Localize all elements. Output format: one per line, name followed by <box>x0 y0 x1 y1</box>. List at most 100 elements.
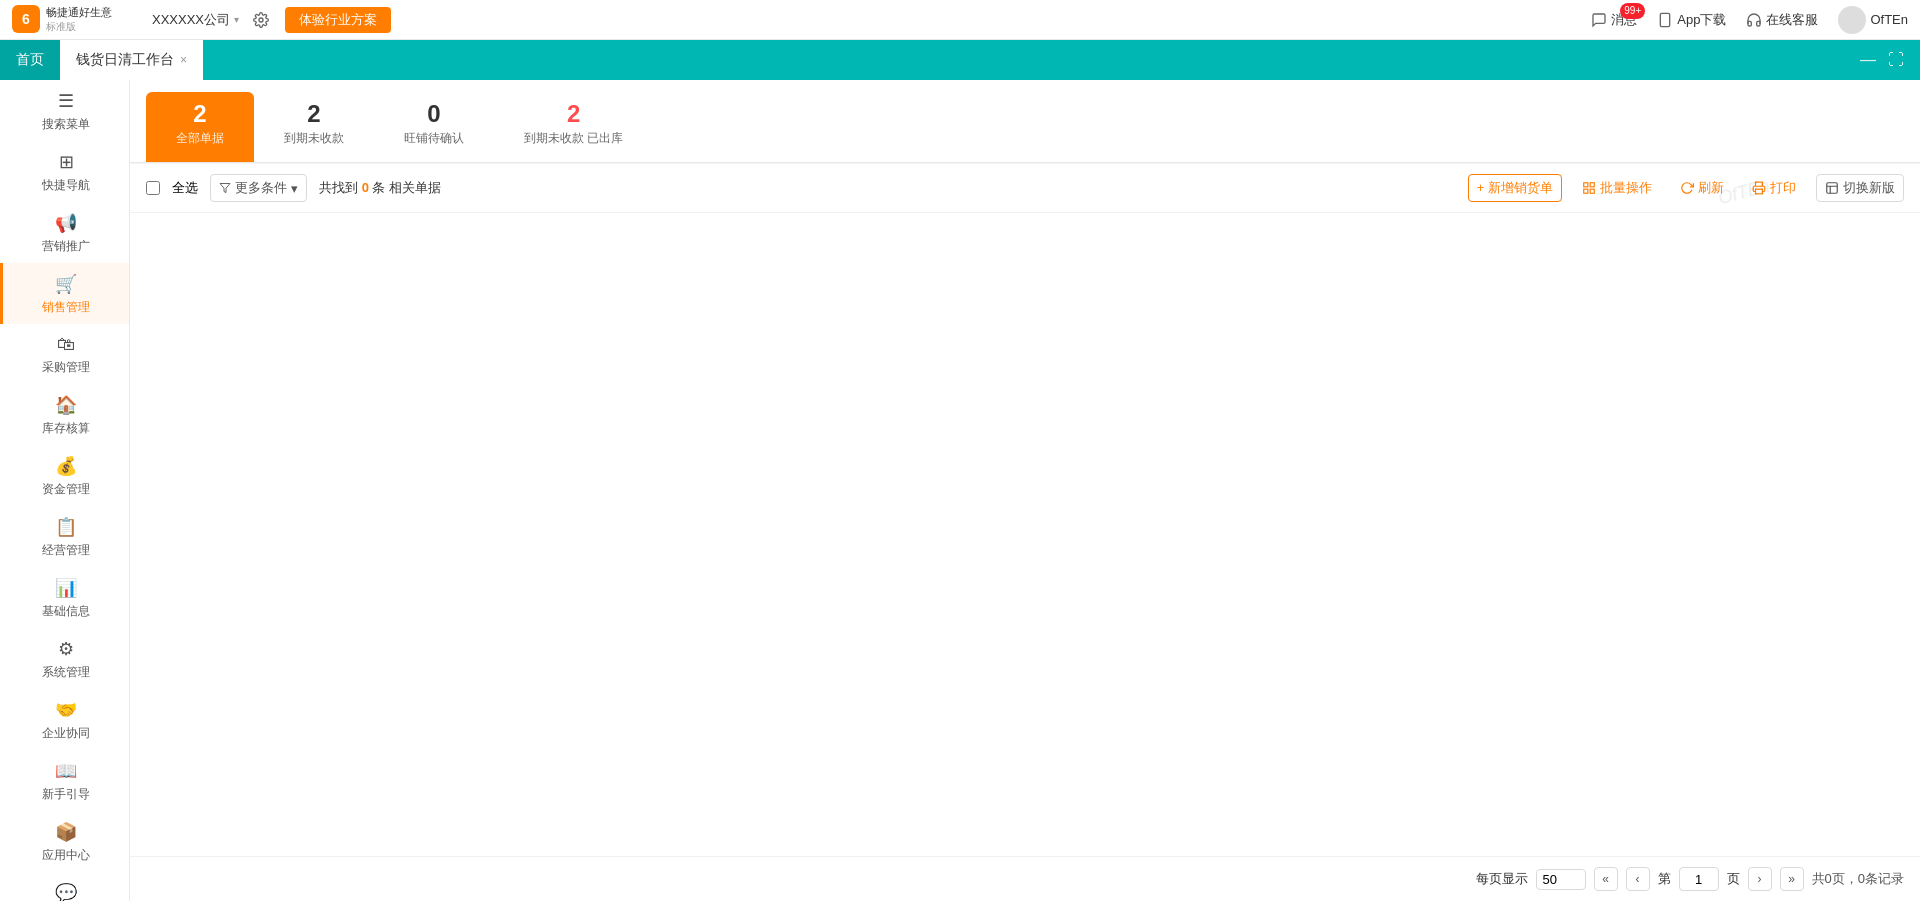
sidebar-label-finance: 资金管理 <box>42 481 90 498</box>
found-prefix: 共找到 <box>319 180 358 195</box>
header-right: 消息 99+ App下载 在线客服 OfTEn <box>1591 6 1908 34</box>
batch-label: 批量操作 <box>1600 179 1652 197</box>
select-all-checkbox[interactable] <box>146 181 160 195</box>
found-suffix: 条 相关单据 <box>372 180 441 195</box>
sales-icon: 🛒 <box>55 273 77 295</box>
last-page-button[interactable]: » <box>1780 867 1804 891</box>
logo-text: 畅捷通好生意 <box>46 5 112 19</box>
nav-tabs-bar: 首页 钱货日清工作台 × — ⛶ <box>0 40 1920 80</box>
trial-button[interactable]: 体验行业方案 <box>285 7 391 33</box>
sidebar-item-sales[interactable]: 🛒 销售管理 <box>0 263 129 324</box>
sidebar-label-search: 搜索菜单 <box>42 116 90 133</box>
tab-qhrc[interactable]: 钱货日清工作台 × <box>60 40 203 80</box>
page-input[interactable] <box>1679 867 1719 891</box>
tab-home-label: 首页 <box>16 51 44 69</box>
sidebar-item-finance[interactable]: 💰 资金管理 <box>0 445 129 506</box>
prev-page-icon: ‹ <box>1636 872 1640 886</box>
finance-icon: 💰 <box>55 455 77 477</box>
company-name: XXXXXX公司 <box>152 11 230 29</box>
stat-num-overdue-shipped: 2 <box>567 100 580 128</box>
sidebar-item-marketing[interactable]: 📢 营销推广 <box>0 202 129 263</box>
svg-rect-9 <box>1827 183 1838 194</box>
settings-button[interactable] <box>247 6 275 34</box>
sidebar-item-basics[interactable]: 📊 基础信息 <box>0 567 129 628</box>
svg-rect-8 <box>1756 189 1763 194</box>
sidebar-label-operations: 经营管理 <box>42 542 90 559</box>
maximize-icon[interactable]: ⛶ <box>1888 51 1904 69</box>
svg-rect-5 <box>1590 183 1594 187</box>
toolbar-left: 全选 更多条件 ▾ 共找到 0 条 相关单据 <box>146 174 1456 202</box>
stat-label-all: 全部单据 <box>176 130 224 147</box>
svg-rect-7 <box>1584 189 1588 193</box>
print-button[interactable]: 打印 <box>1744 175 1804 201</box>
sidebar-label-enterprise: 企业协同 <box>42 725 90 742</box>
sidebar: ☰ 搜索菜单 ⊞ 快捷导航 📢 营销推广 🛒 销售管理 🛍 采购管理 🏠 库存核… <box>0 80 130 901</box>
sidebar-item-wechat[interactable]: 💬 企业微信 <box>0 872 129 901</box>
sidebar-item-purchase[interactable]: 🛍 采购管理 <box>0 324 129 384</box>
switch-version-button[interactable]: 切换新版 <box>1816 174 1904 202</box>
next-page-icon: › <box>1758 872 1762 886</box>
prev-page-button[interactable]: ‹ <box>1626 867 1650 891</box>
stat-label-overdue: 到期未收款 <box>284 130 344 147</box>
print-label: 打印 <box>1770 179 1796 197</box>
sidebar-item-appcenter[interactable]: 📦 应用中心 <box>0 811 129 872</box>
first-page-icon: « <box>1602 872 1609 886</box>
table-area <box>130 213 1920 856</box>
svg-rect-4 <box>1584 183 1588 187</box>
last-page-icon: » <box>1788 872 1795 886</box>
tab-close-icon[interactable]: × <box>180 53 187 67</box>
quicknav-icon: ⊞ <box>59 151 74 173</box>
app-download-button[interactable]: App下载 <box>1657 11 1726 29</box>
svg-point-0 <box>259 18 263 22</box>
tab-home[interactable]: 首页 <box>0 40 60 80</box>
avatar <box>1838 6 1866 34</box>
sidebar-item-inventory[interactable]: 🏠 库存核算 <box>0 384 129 445</box>
found-text: 共找到 0 条 相关单据 <box>319 179 441 197</box>
svg-rect-1 <box>1661 13 1670 26</box>
chevron-down-icon: ▾ <box>234 14 239 25</box>
user-avatar-area[interactable]: OfTEn <box>1838 6 1908 34</box>
first-page-button[interactable]: « <box>1594 867 1618 891</box>
sidebar-item-system[interactable]: ⚙ 系统管理 <box>0 628 129 689</box>
message-badge: 99+ <box>1620 3 1645 19</box>
per-page-select[interactable]: 10 20 50 100 <box>1536 869 1586 890</box>
found-count: 0 <box>362 180 369 195</box>
stat-tab-overdue[interactable]: 2 到期未收款 <box>254 92 374 162</box>
next-page-button[interactable]: › <box>1748 867 1772 891</box>
stat-tab-all[interactable]: 2 全部单据 <box>146 92 254 162</box>
sidebar-label-basics: 基础信息 <box>42 603 90 620</box>
stat-tab-overdue-shipped[interactable]: 2 到期未收款 已出库 <box>494 92 653 162</box>
new-sale-button[interactable]: + 新增销货单 <box>1468 174 1562 202</box>
sidebar-item-operations[interactable]: 📋 经营管理 <box>0 506 129 567</box>
stat-num-overdue: 2 <box>307 100 320 128</box>
sidebar-item-search[interactable]: ☰ 搜索菜单 <box>0 80 129 141</box>
svg-marker-3 <box>220 184 230 193</box>
logo-sub: 标准版 <box>46 20 112 34</box>
enterprise-icon: 🤝 <box>55 699 77 721</box>
more-filter-button[interactable]: 更多条件 ▾ <box>210 174 307 202</box>
filter-chevron-icon: ▾ <box>291 181 298 196</box>
basics-icon: 📊 <box>55 577 77 599</box>
sidebar-label-purchase: 采购管理 <box>42 359 90 376</box>
sidebar-item-enterprise[interactable]: 🤝 企业协同 <box>0 689 129 750</box>
refresh-button[interactable]: 刷新 <box>1672 175 1732 201</box>
sidebar-label-inventory: 库存核算 <box>42 420 90 437</box>
new-sale-label: + 新增销货单 <box>1477 179 1553 197</box>
sidebar-item-quicknav[interactable]: ⊞ 快捷导航 <box>0 141 129 202</box>
message-button[interactable]: 消息 99+ <box>1591 11 1637 29</box>
company-selector[interactable]: XXXXXX公司 ▾ <box>152 11 239 29</box>
stat-label-overdue-shipped: 到期未收款 已出库 <box>524 130 623 147</box>
stat-label-wangpu: 旺铺待确认 <box>404 130 464 147</box>
minimize-icon[interactable]: — <box>1860 51 1876 69</box>
appcenter-icon: 📦 <box>55 821 77 843</box>
app-download-label: App下载 <box>1677 11 1726 29</box>
nav-tab-actions: — ⛶ <box>1860 40 1920 80</box>
stat-tab-wangpu[interactable]: 0 旺铺待确认 <box>374 92 494 162</box>
online-service-label: 在线客服 <box>1766 11 1818 29</box>
main-layout: ☰ 搜索菜单 ⊞ 快捷导航 📢 营销推广 🛒 销售管理 🛍 采购管理 🏠 库存核… <box>0 80 1920 901</box>
svg-rect-6 <box>1590 189 1594 193</box>
stat-num-wangpu: 0 <box>427 100 440 128</box>
sidebar-item-guide[interactable]: 📖 新手引导 <box>0 750 129 811</box>
online-service-button[interactable]: 在线客服 <box>1746 11 1818 29</box>
batch-operation-button[interactable]: 批量操作 <box>1574 175 1660 201</box>
